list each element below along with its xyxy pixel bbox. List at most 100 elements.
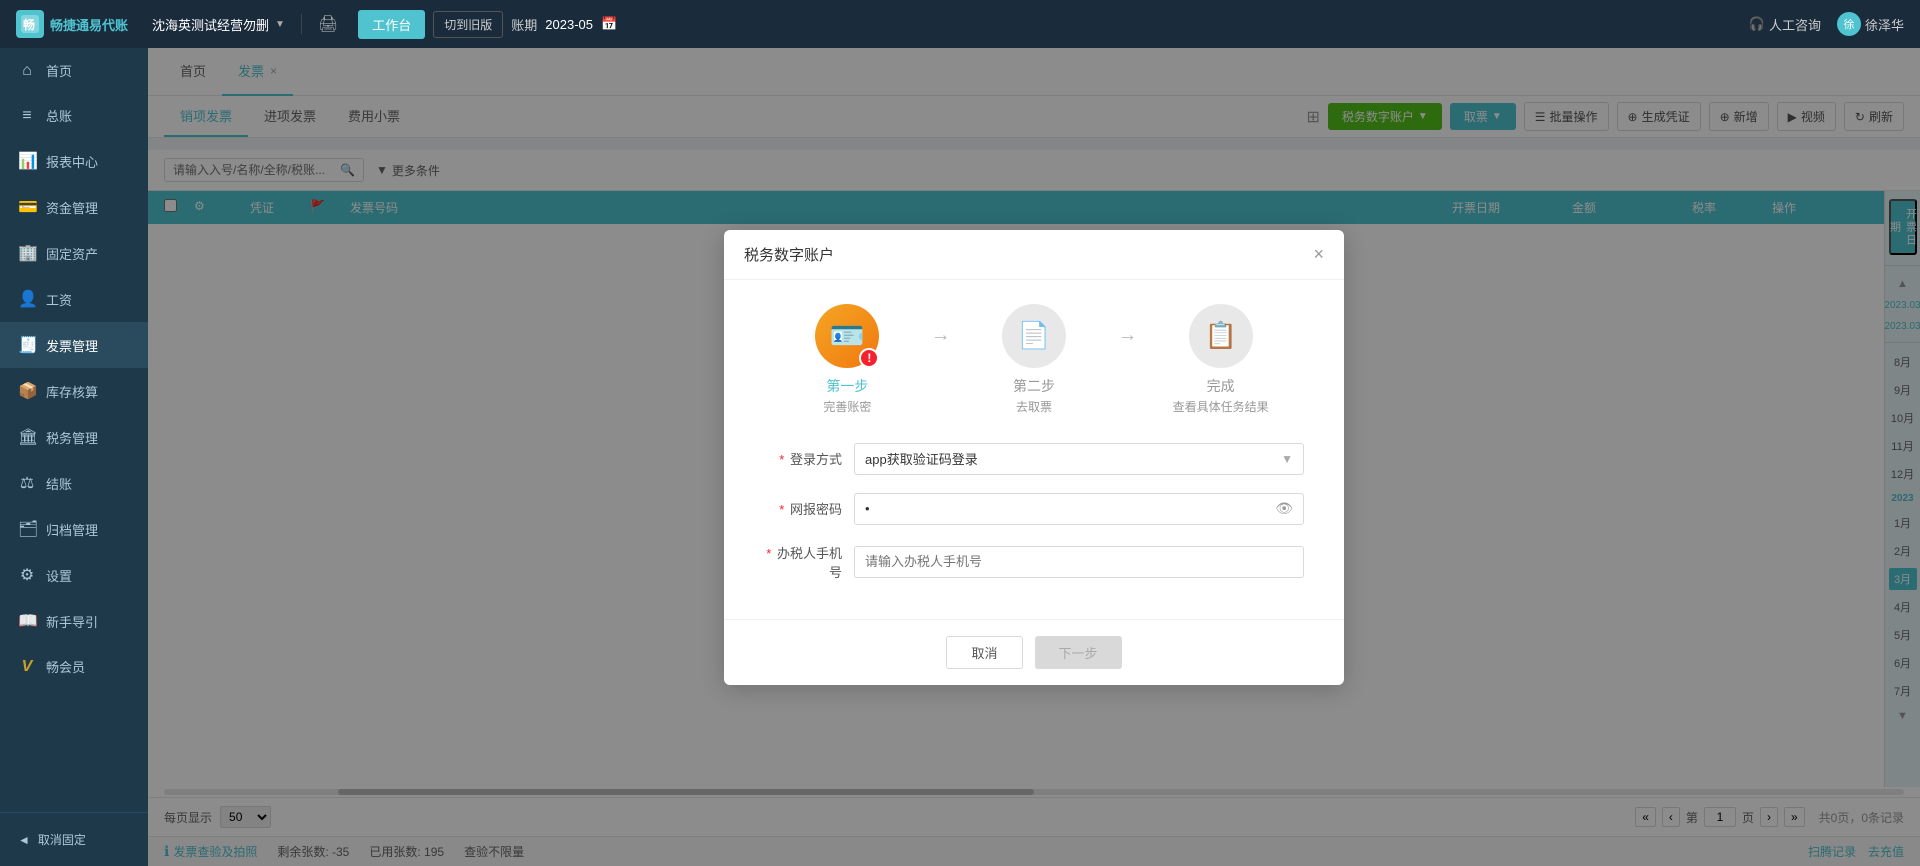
sidebar-item-label: 发票管理 <box>46 336 98 355</box>
step-1-desc: 完善账密 <box>823 398 871 415</box>
sidebar-item-home[interactable]: ⌂ 首页 <box>0 48 148 93</box>
dialog-header: 税务数字账户 × <box>724 230 1344 280</box>
password-row: * 网报密码 👁 <box>764 493 1304 525</box>
switch-version-button[interactable]: 切到旧版 <box>433 11 503 38</box>
phone-label: * 办税人手机号 <box>764 543 854 581</box>
sidebar-item-tax[interactable]: 🏛 税务管理 <box>0 414 148 460</box>
sidebar-item-label: 首页 <box>46 61 72 80</box>
inventory-icon: 📦 <box>18 381 36 401</box>
sidebar-item-label: 工资 <box>46 290 72 309</box>
workspace-button[interactable]: 工作台 <box>358 10 425 39</box>
document-icon: 📄 <box>1018 320 1050 351</box>
required-mark-2: * <box>779 502 784 517</box>
salary-icon: 👤 <box>18 289 36 309</box>
step-1-badge: ! <box>859 348 879 368</box>
sidebar: ⌂ 首页 ≡ 总账 📊 报表中心 💳 资金管理 🏢 固定资产 👤 工资 <box>0 48 148 866</box>
user-icon: 徐 <box>1837 12 1861 36</box>
step-2-icon-wrap: 📄 <box>1002 304 1066 368</box>
settle-icon: ⚖ <box>18 473 36 493</box>
top-bar-actions: 工作台 切到旧版 账期 2023-05 📅 <box>358 10 617 39</box>
step-arrow-1: → <box>931 304 951 347</box>
asset-icon: 🏢 <box>18 243 36 263</box>
login-method-select[interactable]: app获取验证码登录 ▼ <box>854 443 1304 475</box>
step-3-desc: 查看具体任务结果 <box>1173 398 1269 415</box>
login-method-row: * 登录方式 app获取验证码登录 ▼ <box>764 443 1304 475</box>
password-label: * 网报密码 <box>764 499 854 518</box>
pin-icon: ◄ <box>18 833 30 847</box>
sidebar-item-inventory[interactable]: 📦 库存核算 <box>0 368 148 414</box>
top-bar-right: 🎧 人工咨询 徐 徐泽华 <box>1749 12 1904 36</box>
sidebar-item-label: 结账 <box>46 474 72 493</box>
guide-icon: 📖 <box>18 611 36 631</box>
app-logo: 畅 畅捷通易代账 <box>16 10 128 38</box>
sidebar-item-settings[interactable]: ⚙ 设置 <box>0 552 148 598</box>
svg-text:畅: 畅 <box>23 17 35 32</box>
ledger-icon: ≡ <box>18 107 36 125</box>
settings-icon: ⚙ <box>18 565 36 585</box>
step-2: 📄 第二步 去取票 <box>951 304 1118 415</box>
dialog-title: 税务数字账户 <box>744 244 834 265</box>
sidebar-item-label: 归档管理 <box>46 520 98 539</box>
step-1: 🪪 ! 第一步 完善账密 <box>764 304 931 415</box>
user-avatar[interactable]: 徐 徐泽华 <box>1837 12 1904 36</box>
sidebar-item-settle[interactable]: ⚖ 结账 <box>0 460 148 506</box>
sidebar-item-label: 设置 <box>46 566 72 585</box>
phone-row: * 办税人手机号 <box>764 543 1304 581</box>
step-arrow-2: → <box>1117 304 1137 347</box>
company-selector[interactable]: 沈海英测试经营勿删 ▼ <box>152 15 285 34</box>
home-icon: ⌂ <box>18 62 36 80</box>
step-2-label: 第二步 <box>1013 376 1055 396</box>
logo-icon: 畅 <box>16 10 44 38</box>
phone-input[interactable] <box>865 554 1293 569</box>
sidebar-item-label: 畅会员 <box>46 657 85 676</box>
company-name: 沈海英测试经营勿删 <box>152 15 269 34</box>
chevron-down-icon: ▼ <box>275 19 285 30</box>
required-mark-3: * <box>766 546 771 561</box>
top-bar: 畅 畅捷通易代账 沈海英测试经营勿删 ▼ 🖨 工作台 切到旧版 账期 2023-… <box>0 0 1920 48</box>
sidebar-item-salary[interactable]: 👤 工资 <box>0 276 148 322</box>
sidebar-item-guide[interactable]: 📖 新手导引 <box>0 598 148 644</box>
step-3-icon-wrap: 📋 <box>1189 304 1253 368</box>
select-dropdown-icon: ▼ <box>1281 452 1293 466</box>
step-3: 📋 完成 查看具体任务结果 <box>1137 304 1304 415</box>
step-1-icon-wrap: 🪪 ! <box>815 304 879 368</box>
cancel-pin-button[interactable]: ◄ 取消固定 <box>0 823 148 856</box>
dialog-close-button[interactable]: × <box>1313 244 1324 265</box>
checklist-icon: 📋 <box>1204 320 1236 351</box>
next-step-button[interactable]: 下一步 <box>1035 636 1122 669</box>
person-card-icon: 🪪 <box>830 319 865 352</box>
sidebar-item-label: 税务管理 <box>46 428 98 447</box>
sidebar-item-member[interactable]: V 畅会员 <box>0 644 148 689</box>
sidebar-item-report[interactable]: 📊 报表中心 <box>0 138 148 184</box>
sidebar-item-invoice[interactable]: 🧾 发票管理 <box>0 322 148 368</box>
password-toggle-icon[interactable]: 👁 <box>1275 500 1293 517</box>
form: * 登录方式 app获取验证码登录 ▼ <box>764 443 1304 581</box>
main-area: ⌂ 首页 ≡ 总账 📊 报表中心 💳 资金管理 🏢 固定资产 👤 工资 <box>0 48 1920 866</box>
calendar-icon[interactable]: 📅 <box>601 16 617 32</box>
sidebar-item-label: 库存核算 <box>46 382 98 401</box>
content-area: 首页 发票 × 销项发票 进项发票 费用小票 ⊞ <box>148 48 1920 866</box>
password-input[interactable] <box>865 501 1275 516</box>
step-1-label: 第一步 <box>826 376 868 396</box>
dialog-footer: 取消 下一步 <box>724 619 1344 685</box>
sidebar-item-label: 报表中心 <box>46 152 98 171</box>
member-icon: V <box>18 658 36 676</box>
sidebar-item-fund[interactable]: 💳 资金管理 <box>0 184 148 230</box>
fund-icon: 💳 <box>18 197 36 217</box>
sidebar-item-label: 资金管理 <box>46 198 98 217</box>
cancel-button[interactable]: 取消 <box>946 636 1022 669</box>
sidebar-item-ledger[interactable]: ≡ 总账 <box>0 93 148 138</box>
sidebar-item-label: 总账 <box>46 106 72 125</box>
password-field[interactable]: 👁 <box>854 493 1304 525</box>
app-wrapper: 畅 畅捷通易代账 沈海英测试经营勿删 ▼ 🖨 工作台 切到旧版 账期 2023-… <box>0 0 1920 866</box>
sidebar-item-label: 固定资产 <box>46 244 98 263</box>
phone-field[interactable] <box>854 546 1304 578</box>
sidebar-item-asset[interactable]: 🏢 固定资产 <box>0 230 148 276</box>
print-icon[interactable]: 🖨 <box>318 14 338 34</box>
user-service-button[interactable]: 🎧 人工咨询 <box>1749 15 1821 34</box>
invoice-icon: 🧾 <box>18 335 36 355</box>
report-icon: 📊 <box>18 151 36 171</box>
login-method-label: * 登录方式 <box>764 449 854 468</box>
sidebar-item-label: 新手导引 <box>46 612 98 631</box>
sidebar-item-archive[interactable]: 🗂 归档管理 <box>0 506 148 552</box>
